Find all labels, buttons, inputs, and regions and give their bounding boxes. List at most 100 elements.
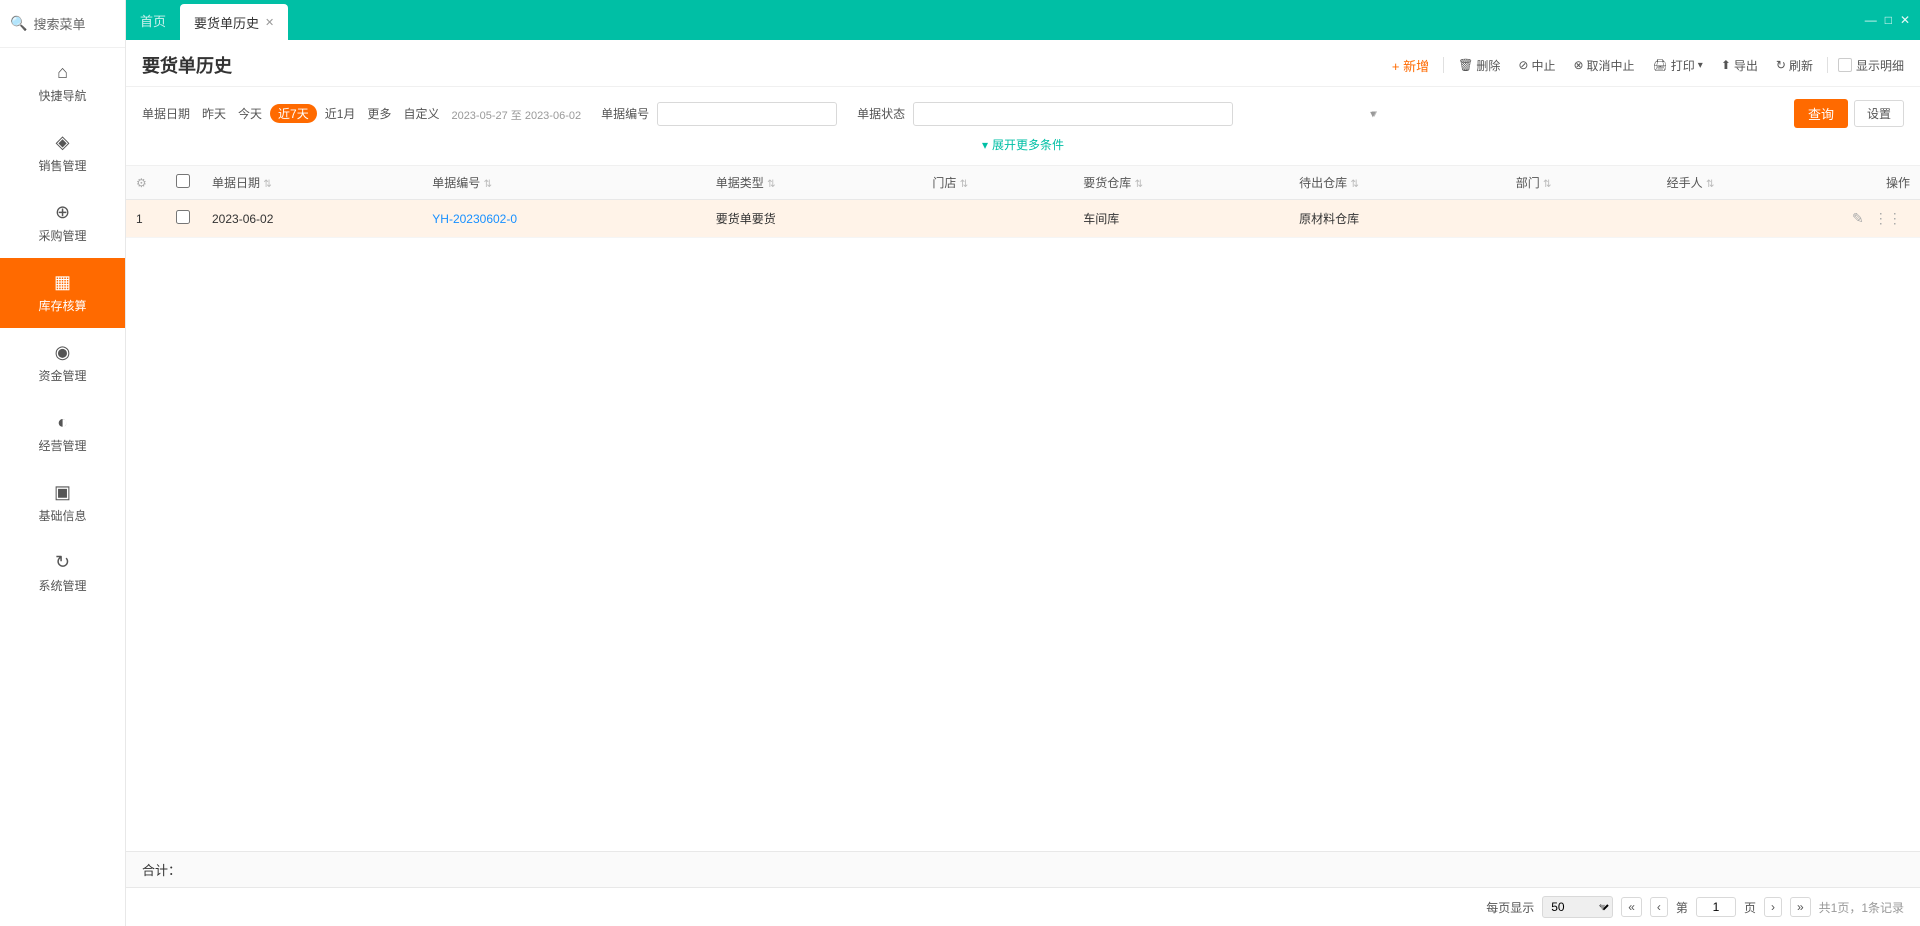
cell-req-warehouse: 车间库 <box>1073 200 1289 238</box>
sys-icon: ↻ <box>55 552 70 573</box>
select-all-checkbox[interactable] <box>176 174 190 188</box>
page-size-select[interactable]: 50 20 100 200 <box>1542 896 1613 918</box>
col-action: 操作 <box>1840 166 1920 200</box>
sidebar-item-ops[interactable]: ◐ 经营管理 <box>0 398 125 468</box>
window-minimize-icon[interactable]: — <box>1865 13 1877 27</box>
ops-icon: ◐ <box>57 412 68 433</box>
cell-dept <box>1506 200 1657 238</box>
filter-status-item: 单据状态 ▾ <box>857 102 1377 126</box>
tab-home[interactable]: 首页 <box>126 0 180 40</box>
current-page-input[interactable] <box>1696 897 1736 917</box>
expand-more-button[interactable]: ▾ 展开更多条件 <box>982 136 1064 153</box>
table-body: 1 2023-06-02 YH-20230602-0 要货单要货 车间库 原材料… <box>126 200 1920 238</box>
sidebar-item-home[interactable]: ⌂ 快捷导航 <box>0 48 125 118</box>
col-pending-warehouse: 待出仓库 ⇅ <box>1289 166 1506 200</box>
date-btn-month1[interactable]: 近1月 <box>321 104 360 123</box>
prev-page-button[interactable]: ‹ <box>1650 897 1668 917</box>
tab-requisition-history-label: 要货单历史 <box>194 13 259 32</box>
export-button[interactable]: ⬆ 导出 <box>1717 55 1762 76</box>
col-req-warehouse-label: 要货仓库 <box>1083 176 1131 190</box>
tab-home-label: 首页 <box>140 11 166 30</box>
sort-icon-doc-type[interactable]: ⇅ <box>767 179 775 190</box>
page-content: 要货单历史 + 新增 🗑 删除 ⊘ 中止 ⊗ 取消中止 🖨 打 <box>126 40 1920 926</box>
col-doc-no: 单据编号 ⇅ <box>422 166 705 200</box>
table-footer: 合计： <box>126 851 1920 887</box>
doc-no-link[interactable]: YH-20230602-0 <box>432 212 517 226</box>
main-area: 首页 要货单历史 ✕ — □ ✕ 要货单历史 + 新增 🗑 删除 ⊘ <box>126 0 1920 926</box>
cell-pending-warehouse: 原材料仓库 <box>1289 200 1506 238</box>
sort-icon-pending-warehouse[interactable]: ⇅ <box>1350 179 1358 190</box>
table-area: ⚙ 单据日期 ⇅ 单据编号 ⇅ <box>126 166 1920 851</box>
filter-status-label: 单据状态 <box>857 105 905 122</box>
stop-icon: ⊘ <box>1518 58 1528 72</box>
col-checkbox <box>166 166 202 200</box>
sidebar-search-label: 搜索菜单 <box>33 14 85 33</box>
sidebar-search[interactable]: 🔍 搜索菜单 <box>0 0 125 48</box>
sidebar-item-stock[interactable]: ▦ 库存核算 <box>0 258 125 328</box>
settings-button[interactable]: 设置 <box>1854 100 1904 127</box>
data-table: ⚙ 单据日期 ⇅ 单据编号 ⇅ <box>126 166 1920 238</box>
col-handler-label: 经手人 <box>1667 176 1703 190</box>
summary-label: 合计： <box>142 860 181 879</box>
show-detail-toggle[interactable]: 显示明细 <box>1838 57 1904 74</box>
sidebar-item-base[interactable]: ▣ 基础信息 <box>0 468 125 538</box>
sort-icon-handler[interactable]: ⇅ <box>1706 179 1714 190</box>
table-row: 1 2023-06-02 YH-20230602-0 要货单要货 车间库 原材料… <box>126 200 1920 238</box>
date-btn-week7[interactable]: 近7天 <box>270 104 317 123</box>
col-doc-type: 单据类型 ⇅ <box>706 166 923 200</box>
sort-icon-doc-no[interactable]: ⇅ <box>484 179 492 190</box>
last-page-button[interactable]: » <box>1790 897 1811 917</box>
sidebar-item-label: 基础信息 <box>38 507 86 524</box>
date-btn-today[interactable]: 今天 <box>234 104 266 123</box>
print-icon: 🖨 <box>1653 58 1668 72</box>
sidebar-item-sys[interactable]: ↻ 系统管理 <box>0 538 125 608</box>
total-info: 共1页，1条记录 <box>1819 899 1904 916</box>
filter-docno-input[interactable] <box>657 102 837 126</box>
window-maximize-icon[interactable]: □ <box>1885 13 1892 27</box>
table-settings-icon[interactable]: ⚙ <box>136 176 147 190</box>
finance-icon: ◉ <box>55 342 71 363</box>
sidebar-item-label: 库存核算 <box>38 297 86 314</box>
page-label: 第 <box>1676 899 1688 916</box>
date-btn-yesterday[interactable]: 昨天 <box>198 104 230 123</box>
col-doc-date-label: 单据日期 <box>212 176 260 190</box>
cell-handler <box>1657 200 1840 238</box>
row-checkbox[interactable] <box>176 210 190 224</box>
cancel-stop-icon: ⊗ <box>1573 58 1583 72</box>
cancel-stop-button[interactable]: ⊗ 取消中止 <box>1569 55 1638 76</box>
filter-status-select[interactable] <box>913 102 1233 126</box>
date-btn-more[interactable]: 更多 <box>363 104 395 123</box>
print-button[interactable]: 🖨 打印 ▾ <box>1649 55 1707 76</box>
topbar-right: — □ ✕ <box>1865 13 1920 27</box>
sidebar-item-sale[interactable]: ◈ 销售管理 <box>0 118 125 188</box>
row-more-icon[interactable]: ⋮⋮ <box>1872 208 1904 229</box>
print-dropdown-icon[interactable]: ▾ <box>1698 60 1703 71</box>
delete-button[interactable]: 🗑 删除 <box>1454 55 1504 76</box>
tab-requisition-history[interactable]: 要货单历史 ✕ <box>180 4 288 40</box>
sidebar-item-buy[interactable]: ⊕ 采购管理 <box>0 188 125 258</box>
page-unit: 页 <box>1744 899 1756 916</box>
sidebar-item-finance[interactable]: ◉ 资金管理 <box>0 328 125 398</box>
stock-icon: ▦ <box>54 272 71 293</box>
tab-close-icon[interactable]: ✕ <box>265 16 274 29</box>
stop-button[interactable]: ⊘ 中止 <box>1514 55 1559 76</box>
next-page-button[interactable]: › <box>1764 897 1782 917</box>
sort-icon-req-warehouse[interactable]: ⇅ <box>1135 179 1143 190</box>
window-close-icon[interactable]: ✕ <box>1900 13 1910 27</box>
sort-icon-store[interactable]: ⇅ <box>960 179 968 190</box>
show-detail-checkbox[interactable] <box>1838 58 1852 72</box>
row-edit-icon[interactable]: ✎ <box>1850 208 1866 229</box>
filter-row-1: 单据日期 昨天 今天 近7天 近1月 更多 自定义 2023-05-27 至 2… <box>142 99 1904 128</box>
first-page-button[interactable]: « <box>1621 897 1642 917</box>
refresh-button[interactable]: ↻ 刷新 <box>1772 55 1817 76</box>
date-btn-custom[interactable]: 自定义 <box>399 104 443 123</box>
col-action-label: 操作 <box>1886 176 1910 190</box>
sort-icon-dept[interactable]: ⇅ <box>1543 179 1551 190</box>
filter-date-label: 单据日期 <box>142 105 190 122</box>
query-button[interactable]: 查询 <box>1794 99 1848 128</box>
sort-icon-doc-date[interactable]: ⇅ <box>263 179 271 190</box>
col-dept: 部门 ⇅ <box>1506 166 1657 200</box>
col-req-warehouse: 要货仓库 ⇅ <box>1073 166 1289 200</box>
new-button[interactable]: + 新增 <box>1388 54 1433 77</box>
buy-icon: ⊕ <box>55 202 70 223</box>
